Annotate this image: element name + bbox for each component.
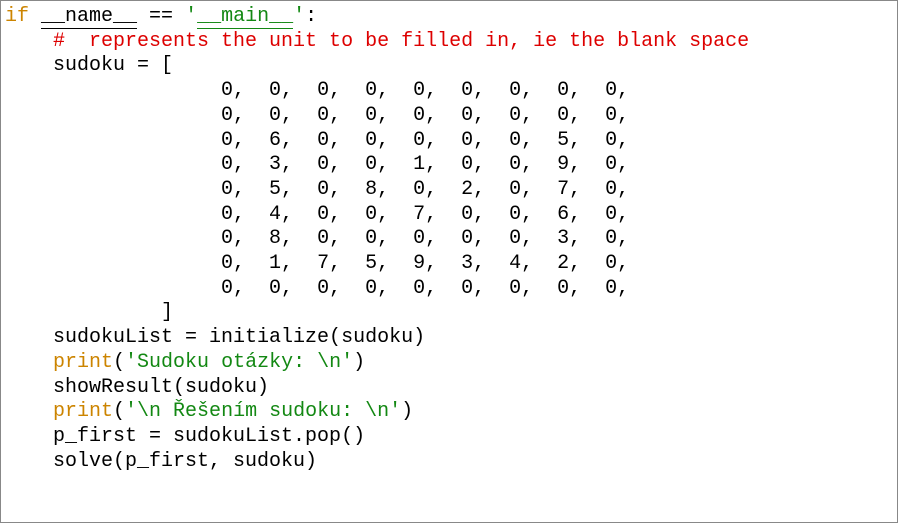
row-6: 0, 8, 0, 0, 0, 0, 0, 3, 0,	[221, 227, 629, 250]
row-indent	[5, 129, 221, 152]
colon: :	[305, 5, 317, 28]
paren-open: (	[113, 351, 125, 374]
assign-open: sudoku = [	[53, 54, 173, 77]
indent	[5, 450, 53, 473]
row-indent	[5, 104, 221, 127]
row-7: 0, 1, 7, 5, 9, 3, 4, 2, 0,	[221, 252, 629, 275]
indent	[5, 400, 53, 423]
indent	[5, 376, 53, 399]
code-block: if __name__ == '__main__': # represents …	[0, 0, 898, 523]
close-bracket: ]	[161, 301, 173, 324]
op-eq: ==	[137, 5, 185, 28]
indent	[5, 30, 53, 53]
builtin-print: print	[53, 400, 113, 423]
close-indent	[5, 301, 161, 324]
row-0: 0, 0, 0, 0, 0, 0, 0, 0, 0,	[221, 79, 629, 102]
paren-close: )	[401, 400, 413, 423]
str-main: __main__	[197, 5, 293, 29]
row-8: 0, 0, 0, 0, 0, 0, 0, 0, 0,	[221, 277, 629, 300]
row-indent	[5, 178, 221, 201]
row-indent	[5, 79, 221, 102]
space	[29, 5, 41, 28]
init-line: sudokuList = initialize(sudoku)	[53, 326, 425, 349]
row-indent	[5, 203, 221, 226]
indent	[5, 351, 53, 374]
solve-line: solve(p_first, sudoku)	[53, 450, 317, 473]
str-sudoku-otazky: 'Sudoku otázky: \n'	[125, 351, 353, 374]
indent	[5, 54, 53, 77]
builtin-print: print	[53, 351, 113, 374]
row-3: 0, 3, 0, 0, 1, 0, 0, 9, 0,	[221, 153, 629, 176]
keyword-if: if	[5, 5, 29, 28]
row-5: 0, 4, 0, 0, 7, 0, 0, 6, 0,	[221, 203, 629, 226]
str-resenim-sudoku: '\n Řešením sudoku: \n'	[125, 400, 401, 423]
comment-line: # represents the unit to be filled in, i…	[53, 30, 749, 53]
p-first-line: p_first = sudokuList.pop()	[53, 425, 365, 448]
row-indent	[5, 227, 221, 250]
paren-open: (	[113, 400, 125, 423]
dunder-name: __name__	[41, 5, 137, 29]
row-4: 0, 5, 0, 8, 0, 2, 0, 7, 0,	[221, 178, 629, 201]
paren-close: )	[353, 351, 365, 374]
show-result-line: showResult(sudoku)	[53, 376, 269, 399]
row-2: 0, 6, 0, 0, 0, 0, 0, 5, 0,	[221, 129, 629, 152]
indent	[5, 326, 53, 349]
quote-open: '	[185, 5, 197, 28]
row-1: 0, 0, 0, 0, 0, 0, 0, 0, 0,	[221, 104, 629, 127]
indent	[5, 425, 53, 448]
quote-close: '	[293, 5, 305, 28]
row-indent	[5, 277, 221, 300]
row-indent	[5, 153, 221, 176]
row-indent	[5, 252, 221, 275]
